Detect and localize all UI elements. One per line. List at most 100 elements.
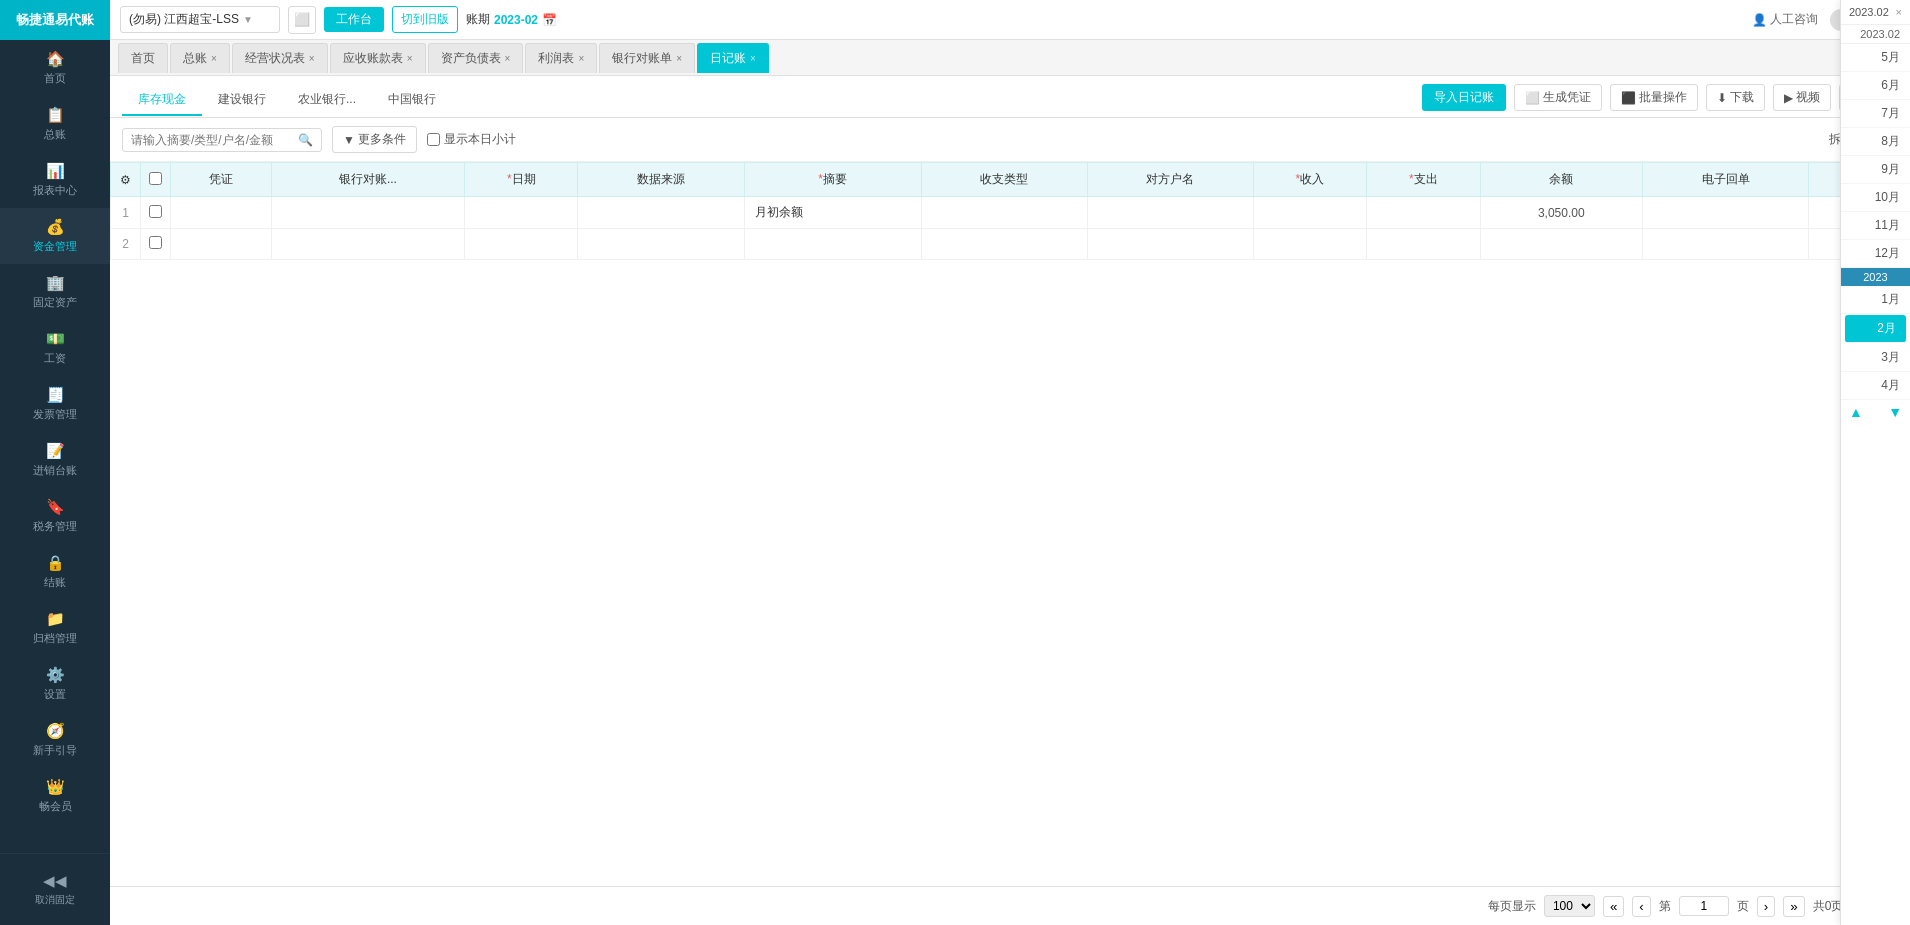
select-all-checkbox[interactable] bbox=[149, 172, 162, 185]
tab-总账[interactable]: 总账× bbox=[170, 43, 230, 73]
batch-operation-button[interactable]: ⬛ 批量操作 bbox=[1610, 84, 1698, 111]
date-2023-item-4月[interactable]: 4月 bbox=[1841, 372, 1910, 400]
tab-经营状况表[interactable]: 经营状况表× bbox=[232, 43, 328, 73]
sidebar-item-税务管理[interactable]: 🔖税务管理 bbox=[0, 488, 110, 544]
row-summary: 月初余额 bbox=[744, 197, 921, 229]
tab-close-icon[interactable]: × bbox=[676, 53, 682, 64]
search-input-container[interactable]: 🔍 bbox=[122, 128, 322, 152]
tab-close-icon[interactable]: × bbox=[309, 53, 315, 64]
sidebar-item-畅会员[interactable]: 👑畅会员 bbox=[0, 768, 110, 824]
sidebar-item-首页[interactable]: 🏠首页 bbox=[0, 40, 110, 96]
last-page-button[interactable]: » bbox=[1783, 896, 1804, 917]
workbench-button[interactable]: 工作台 bbox=[324, 7, 384, 32]
video-button[interactable]: ▶ 视频 bbox=[1773, 84, 1831, 111]
tab-close-icon[interactable]: × bbox=[211, 53, 217, 64]
subtab-中国银行[interactable]: 中国银行 bbox=[372, 85, 452, 116]
support-link[interactable]: 👤 人工咨询 bbox=[1752, 11, 1818, 28]
video-icon: ▶ bbox=[1784, 91, 1793, 105]
sidebar-bottom: ◀◀ 取消固定 bbox=[0, 853, 110, 925]
sidebar-item-总账[interactable]: 📋总账 bbox=[0, 96, 110, 152]
date-item-11月[interactable]: 11月 bbox=[1841, 212, 1910, 240]
date-item-9月[interactable]: 9月 bbox=[1841, 156, 1910, 184]
date-item-7月[interactable]: 7月 bbox=[1841, 100, 1910, 128]
company-selector[interactable]: (勿易) 江西超宝-LSS ▼ bbox=[120, 6, 280, 33]
download-button[interactable]: ⬇ 下载 bbox=[1706, 84, 1765, 111]
date-item-12月[interactable]: 12月 bbox=[1841, 240, 1910, 268]
date-panel-down-icon[interactable]: ▼ bbox=[1888, 404, 1902, 420]
sidebar-item-报表中心[interactable]: 📊报表中心 bbox=[0, 152, 110, 208]
tab-银行对账单[interactable]: 银行对账单× bbox=[599, 43, 695, 73]
show-daily-total-checkbox[interactable]: 显示本日小计 bbox=[427, 131, 516, 148]
subtab-建设银行[interactable]: 建设银行 bbox=[202, 85, 282, 116]
sidebar-item-结账[interactable]: 🔒结账 bbox=[0, 544, 110, 600]
more-filters-button[interactable]: ▼ 更多条件 bbox=[332, 126, 417, 153]
sidebar-item-发票管理[interactable]: 🧾发票管理 bbox=[0, 376, 110, 432]
subtab-bar: 库存现金建设银行农业银行...中国银行 导入日记账 ⬜ 生成凭证 ⬛ 批量操作 … bbox=[110, 76, 1910, 118]
tab-close-icon[interactable]: × bbox=[407, 53, 413, 64]
sidebar-icon-10: 📁 bbox=[46, 610, 65, 628]
sidebar-logo: 畅捷通易代账 bbox=[0, 0, 110, 40]
sidebar-icon-8: 🔖 bbox=[46, 498, 65, 516]
tab-日记账[interactable]: 日记账× bbox=[697, 43, 769, 73]
page-size-label: 每页显示 bbox=[1488, 898, 1536, 915]
calendar-icon[interactable]: 📅 bbox=[542, 13, 557, 27]
date-item-5月[interactable]: 5月 bbox=[1841, 44, 1910, 72]
sidebar-item-新手引导[interactable]: 🧭新手引导 bbox=[0, 712, 110, 768]
switch-old-button[interactable]: 切到旧版 bbox=[392, 6, 458, 33]
sidebar-item-资金管理[interactable]: 💰资金管理 bbox=[0, 208, 110, 264]
date-2023-item-2月[interactable]: 2月 bbox=[1845, 315, 1906, 343]
search-icon[interactable]: 🔍 bbox=[298, 133, 313, 147]
subtab-库存现金[interactable]: 库存现金 bbox=[122, 85, 202, 116]
chevron-down-icon: ▼ bbox=[243, 14, 253, 25]
sidebar-item-固定资产[interactable]: 🏢固定资产 bbox=[0, 264, 110, 320]
download-icon: ⬇ bbox=[1717, 91, 1727, 105]
row-checkbox[interactable] bbox=[141, 229, 171, 260]
search-input[interactable] bbox=[131, 133, 294, 147]
tab-close-icon[interactable]: × bbox=[505, 53, 511, 64]
subtab-农业银行...[interactable]: 农业银行... bbox=[282, 85, 372, 116]
sidebar-item-设置[interactable]: ⚙️设置 bbox=[0, 656, 110, 712]
date-2023-item-3月[interactable]: 3月 bbox=[1841, 344, 1910, 372]
tab-应收账款表[interactable]: 应收账款表× bbox=[330, 43, 426, 73]
page-number-input[interactable] bbox=[1679, 896, 1729, 916]
sidebar: 畅捷通易代账 🏠首页📋总账📊报表中心💰资金管理🏢固定资产💵工资🧾发票管理📝进销台… bbox=[0, 0, 110, 925]
first-page-button[interactable]: « bbox=[1603, 896, 1624, 917]
tab-close-icon[interactable]: × bbox=[750, 53, 756, 64]
row-checkbox[interactable] bbox=[141, 197, 171, 229]
tab-close-icon[interactable]: × bbox=[578, 53, 584, 64]
date-item-6月[interactable]: 6月 bbox=[1841, 72, 1910, 100]
sidebar-item-collapse[interactable]: ◀◀ 取消固定 bbox=[0, 862, 110, 917]
table-header-row: ⚙ 凭证 银行对账... *日期 数据来源 *摘要 收支类型 对方户名 *收入 … bbox=[111, 163, 1910, 197]
th-settings[interactable]: ⚙ bbox=[111, 163, 141, 197]
sidebar-item-工资[interactable]: 💵工资 bbox=[0, 320, 110, 376]
table-footer: 每页显示 100 10 20 50 « ‹ 第 页 › » 共0页，0条记录 bbox=[110, 886, 1910, 925]
sidebar-icon-9: 🔒 bbox=[46, 554, 65, 572]
th-checkbox[interactable] bbox=[141, 163, 171, 197]
date-2023-item-1月[interactable]: 1月 bbox=[1841, 286, 1910, 314]
prev-page-button[interactable]: ‹ bbox=[1632, 896, 1650, 917]
th-income: *收入 bbox=[1253, 163, 1366, 197]
sidebar-icon-1: 📋 bbox=[46, 106, 65, 124]
content: 库存现金建设银行农业银行...中国银行 导入日记账 ⬜ 生成凭证 ⬛ 批量操作 … bbox=[110, 76, 1910, 925]
date-prev-year-item[interactable]: 2023.02 bbox=[1841, 25, 1910, 44]
row-income bbox=[1253, 229, 1366, 260]
copy-icon[interactable]: ⬜ bbox=[288, 6, 316, 34]
generate-icon: ⬜ bbox=[1525, 91, 1540, 105]
daily-total-check[interactable] bbox=[427, 133, 440, 146]
sidebar-item-归档管理[interactable]: 📁归档管理 bbox=[0, 600, 110, 656]
page-size-select[interactable]: 100 10 20 50 bbox=[1544, 895, 1595, 917]
date-item-8月[interactable]: 8月 bbox=[1841, 128, 1910, 156]
period-value: 2023-02 bbox=[494, 13, 538, 27]
next-page-button[interactable]: › bbox=[1757, 896, 1775, 917]
import-button[interactable]: 导入日记账 bbox=[1422, 84, 1506, 111]
sidebar-item-进销台账[interactable]: 📝进销台账 bbox=[0, 432, 110, 488]
date-panel-close-button[interactable]: × bbox=[1896, 6, 1902, 18]
date-panel-up-icon[interactable]: ▲ bbox=[1849, 404, 1863, 420]
subtab-actions: 导入日记账 ⬜ 生成凭证 ⬛ 批量操作 ⬇ 下载 ▶ 视频 bbox=[1422, 84, 1898, 117]
tab-首页[interactable]: 首页 bbox=[118, 43, 168, 73]
date-item-10月[interactable]: 10月 bbox=[1841, 184, 1910, 212]
row-expenditure bbox=[1367, 197, 1480, 229]
tab-利润表[interactable]: 利润表× bbox=[525, 43, 597, 73]
tab-资产负债表[interactable]: 资产负债表× bbox=[428, 43, 524, 73]
generate-voucher-button[interactable]: ⬜ 生成凭证 bbox=[1514, 84, 1602, 111]
